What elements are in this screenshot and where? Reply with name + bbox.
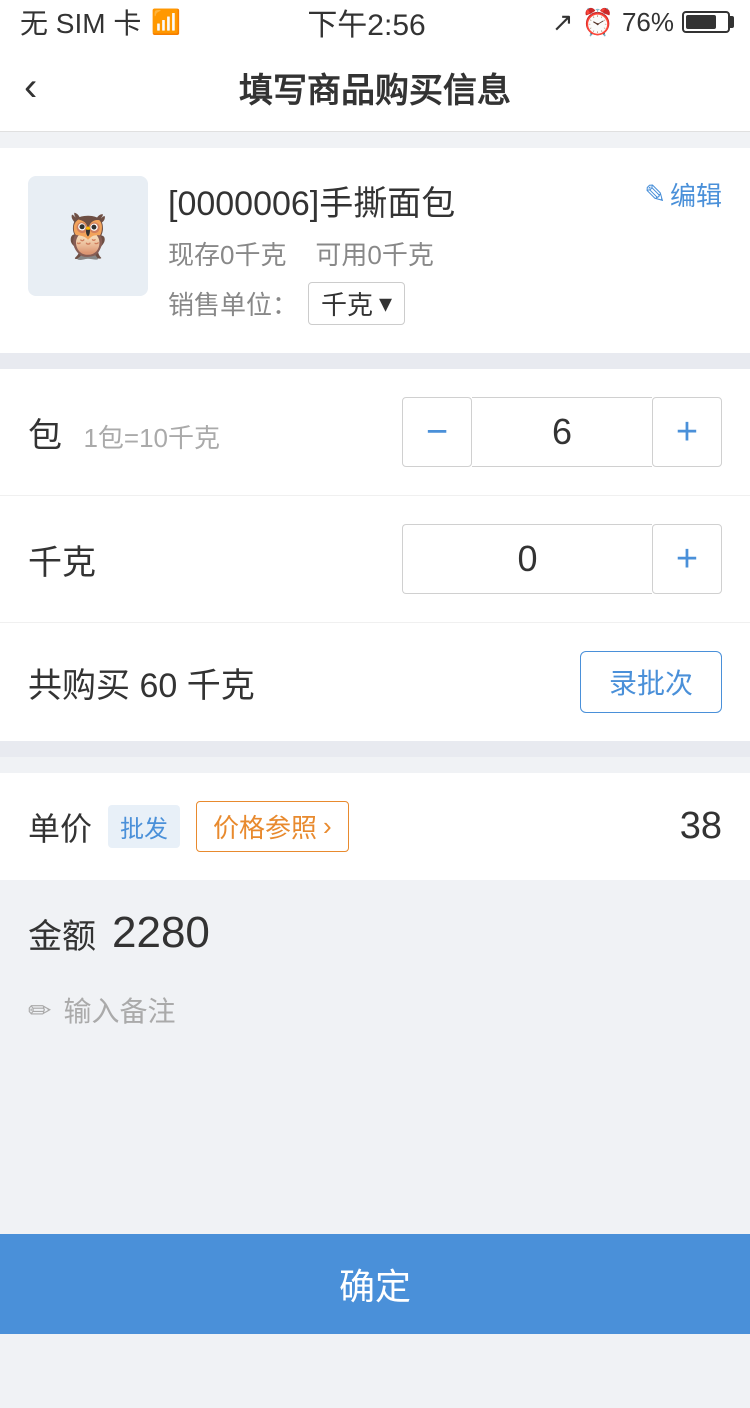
kg-quantity-input[interactable] [402,524,652,594]
pack-row: 包 1包=10千克 − + [0,369,750,496]
stock-text: 现存0千克 [168,240,286,270]
status-bar: 无 SIM 卡 📶 下午2:56 ↗ ⏰ 76% [0,0,750,44]
product-name: [0000006]手撕面包 [168,176,624,225]
product-thumbnail: 🦉 [28,176,148,296]
product-card: 🦉 [0000006]手撕面包 现存0千克 可用0千克 销售单位： 千克 ▾ ✎… [0,148,750,353]
available-text: 可用0千克 [315,240,433,270]
edit-icon: ✎ [644,179,666,210]
edit-button[interactable]: ✎ 编辑 [644,176,722,213]
divider-1 [0,353,750,369]
note-placeholder: 输入备注 [63,990,175,1030]
kg-label: 千克 [28,535,402,584]
alarm-icon: ⏰ [582,7,614,38]
battery-text: 76% [622,7,674,38]
price-section: 单价 批发 价格参照 › 38 [0,773,750,880]
summary-row: 共购买 60 千克 录批次 [0,623,750,741]
price-ref-button[interactable]: 价格参照 › [196,801,349,852]
pack-plus-button[interactable]: + [652,397,722,467]
status-carrier: 无 SIM 卡 📶 [20,2,181,42]
amount-value: 2280 [112,908,210,958]
bottom-space [0,1058,750,1408]
unit-value: 千克 [321,285,373,322]
amount-label: 金额 [28,909,96,958]
carrier-text: 无 SIM 卡 [20,2,141,42]
price-label: 单价 [28,804,92,850]
note-row[interactable]: ✏ 输入备注 [28,974,722,1058]
page-title: 填写商品购买信息 [239,63,511,112]
batch-button[interactable]: 录批次 [580,651,722,713]
divider-2 [0,741,750,757]
pencil-icon: ✏ [28,994,51,1027]
product-stock: 现存0千克 可用0千克 [168,235,624,272]
status-right: ↗ ⏰ 76% [552,7,730,38]
amount-section: 金额 2280 ✏ 输入备注 [0,880,750,1058]
edit-label: 编辑 [670,176,722,213]
unit-label: 销售单位： [168,285,298,322]
pack-quantity-input[interactable] [472,397,652,467]
wifi-icon: 📶 [151,8,181,37]
nav-bar: ‹ 填写商品购买信息 [0,44,750,132]
chevron-down-icon: ▾ [379,288,392,319]
product-unit-row: 销售单位： 千克 ▾ [168,282,624,325]
price-type-tag: 批发 [108,805,180,848]
amount-row: 金额 2280 [28,908,722,974]
price-ref-arrow: › [323,811,332,842]
status-time: 下午2:56 [307,0,425,44]
location-icon: ↗ [552,7,574,38]
kg-row: 千克 + [0,496,750,623]
product-info: [0000006]手撕面包 现存0千克 可用0千克 销售单位： 千克 ▾ [168,176,624,325]
kg-plus-button[interactable]: + [652,524,722,594]
kg-quantity-control: + [402,524,722,594]
pack-label-text: 包 [28,417,62,455]
confirm-button[interactable]: 确定 [0,1234,750,1334]
pack-label: 包 1包=10千克 [28,408,402,457]
price-ref-label: 价格参照 [213,808,317,845]
pack-quantity-control: − + [402,397,722,467]
product-logo-icon: 🦉 [61,210,116,262]
unit-select[interactable]: 千克 ▾ [308,282,405,325]
price-value: 38 [680,805,722,848]
back-button[interactable]: ‹ [24,65,37,110]
summary-text: 共购买 60 千克 [28,658,255,707]
battery-icon [682,11,730,33]
pack-hint: 1包=10千克 [83,423,220,453]
pack-minus-button[interactable]: − [402,397,472,467]
input-section: 包 1包=10千克 − + 千克 + [0,369,750,623]
